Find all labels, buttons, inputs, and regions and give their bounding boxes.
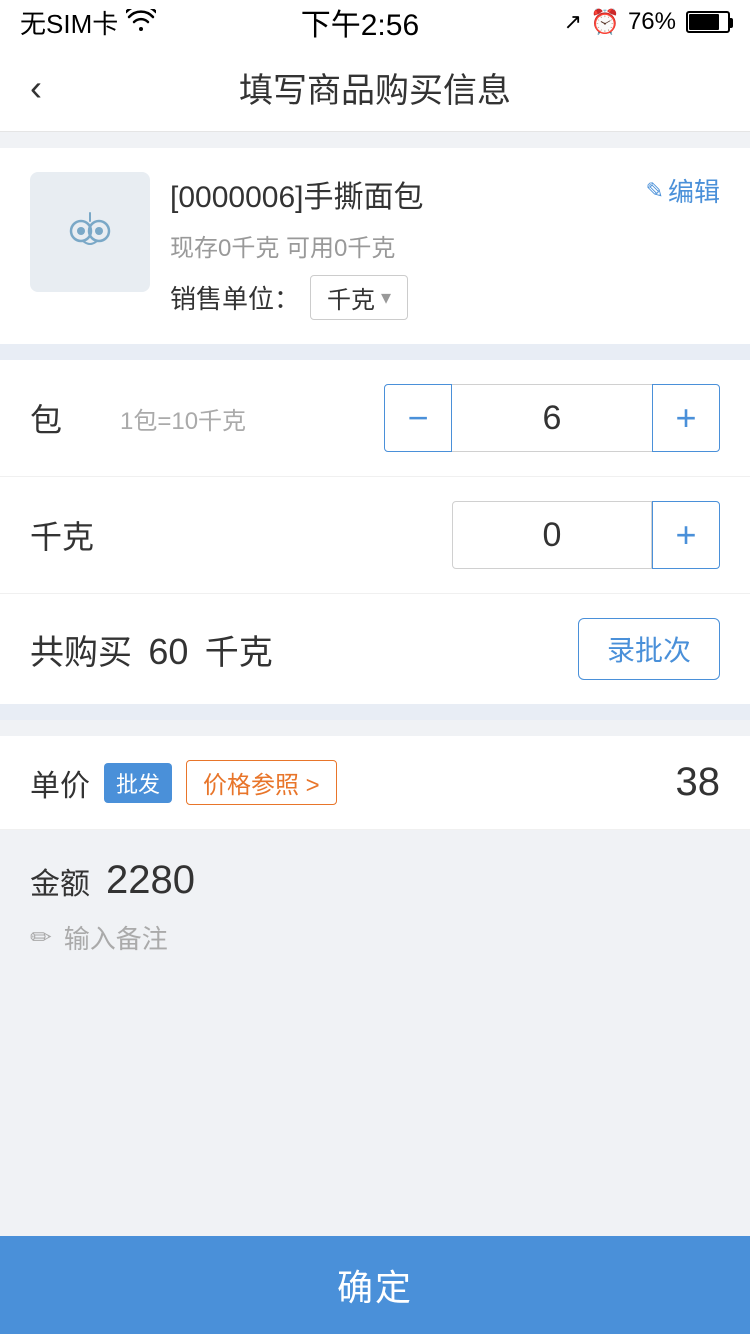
content-area (0, 972, 750, 1236)
amount-value: 2280 (106, 858, 195, 903)
bao-plus-button[interactable]: + (652, 384, 720, 452)
summary-unit: 千克 (205, 634, 273, 672)
price-ref-button[interactable]: 价格参照 > (186, 760, 337, 805)
amount-label: 金额 (30, 859, 90, 903)
dropdown-icon: ▾ (381, 285, 391, 310)
unit-value: 千克 (327, 280, 375, 315)
divider-1 (0, 344, 750, 360)
status-right: ↗ ⏰ 76% (564, 8, 730, 37)
note-text: 输入备注 (64, 919, 168, 956)
nav-bar: ‹ 填写商品购买信息 (0, 44, 750, 132)
bao-number-group: − + (384, 384, 720, 452)
amount-section: 金额 2280 ✏ 输入备注 (0, 830, 750, 972)
kg-number-group: + (452, 501, 720, 569)
battery-icon (686, 11, 730, 33)
back-button[interactable]: ‹ (20, 57, 52, 119)
location-icon: ↗ (564, 9, 582, 35)
wifi-icon (126, 7, 156, 38)
price-value: 38 (676, 760, 721, 805)
bao-minus-button[interactable]: − (384, 384, 452, 452)
amount-row: 金额 2280 (30, 858, 720, 903)
confirm-button[interactable]: 确定 (0, 1236, 750, 1334)
price-section: 单价 批发 价格参照 > 38 (0, 736, 750, 830)
product-thumbnail (30, 172, 150, 292)
price-row: 单价 批发 价格参照 > 38 (0, 736, 750, 830)
status-time: 下午2:56 (301, 0, 419, 44)
product-name: [0000006]手撕面包 (170, 172, 423, 216)
summary-label: 共购买 (30, 634, 132, 672)
bao-hint: 1包=10千克 (120, 401, 384, 436)
bao-input-row: 包 1包=10千克 − + (0, 360, 750, 477)
page-title: 填写商品购买信息 (239, 63, 511, 112)
unit-label: 销售单位： (170, 279, 300, 316)
price-tag: 批发 (104, 763, 172, 803)
bao-label: 包 (30, 395, 110, 441)
status-left: 无SIM卡 (20, 4, 156, 41)
product-info: [0000006]手撕面包 ✎ 编辑 现存0千克 可用0千克 销售单位： 千克 … (170, 172, 720, 320)
carrier-text: 无SIM卡 (20, 4, 118, 41)
kg-input-row: 千克 + (0, 477, 750, 594)
product-unit-row: 销售单位： 千克 ▾ (170, 275, 720, 320)
bao-input[interactable] (452, 384, 652, 452)
edit-button[interactable]: ✎ 编辑 (646, 172, 720, 209)
status-bar: 无SIM卡 下午2:56 ↗ ⏰ 76% (0, 0, 750, 44)
battery-text: 76% (628, 8, 676, 36)
product-stock: 现存0千克 可用0千克 (170, 228, 720, 263)
alarm-icon: ⏰ (590, 8, 620, 37)
divider-2 (0, 704, 750, 720)
product-card: [0000006]手撕面包 ✎ 编辑 现存0千克 可用0千克 销售单位： 千克 … (0, 148, 750, 344)
summary-text: 共购买 60 千克 (30, 625, 273, 674)
batch-button[interactable]: 录批次 (578, 618, 720, 680)
kg-input[interactable] (452, 501, 652, 569)
summary-row: 共购买 60 千克 录批次 (0, 594, 750, 704)
kg-label: 千克 (30, 512, 110, 558)
note-row[interactable]: ✏ 输入备注 (30, 919, 720, 956)
kg-plus-button[interactable]: + (652, 501, 720, 569)
note-icon: ✏ (30, 922, 52, 953)
price-label: 单价 (30, 761, 90, 805)
summary-amount: 60 (148, 631, 188, 672)
input-section: 包 1包=10千克 − + 千克 + 共购买 60 千克 录批次 (0, 360, 750, 704)
unit-select[interactable]: 千克 ▾ (310, 275, 408, 320)
